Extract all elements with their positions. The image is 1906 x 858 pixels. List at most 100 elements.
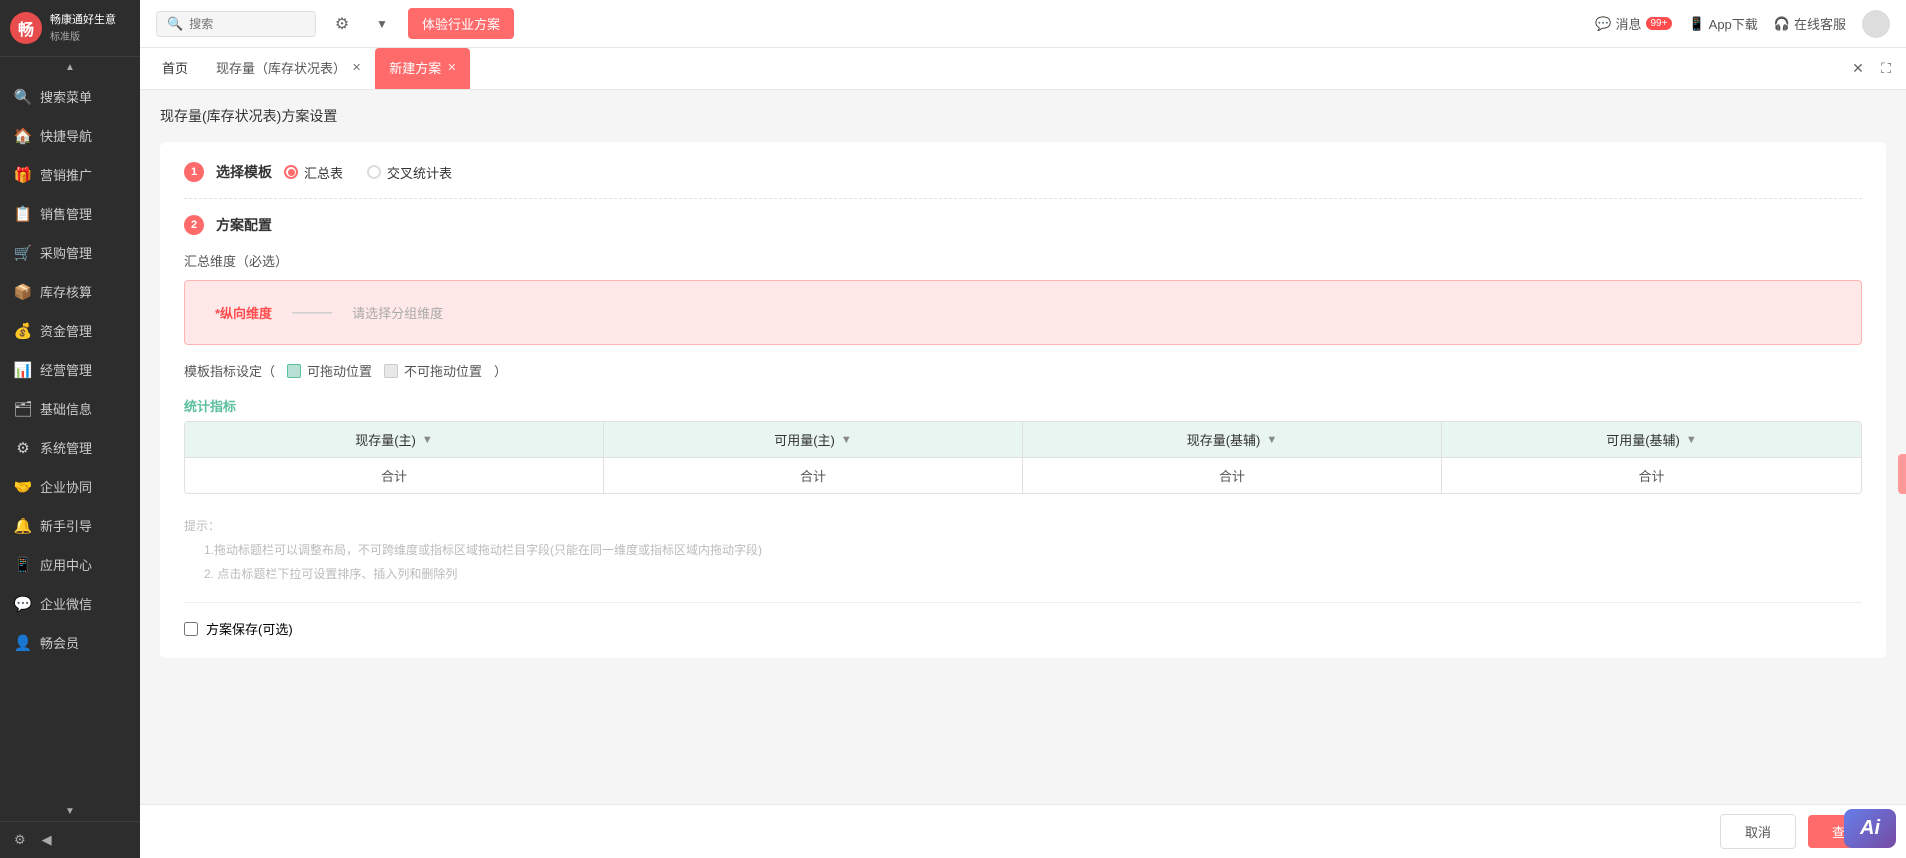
system-icon: ⚙ (14, 439, 32, 457)
collapse-icon[interactable]: ◀ (42, 832, 52, 848)
app-download-label: App下载 (1709, 14, 1758, 33)
content-area: 现存量(库存状况表)方案设置 1 选择模板 汇总表 交叉统计表 (140, 90, 1906, 858)
stats-col1-header[interactable]: 现存量(主) ▼ (185, 422, 604, 457)
settings-icon-btn[interactable]: ⚙ (328, 10, 356, 38)
search-box[interactable]: 🔍 (156, 11, 316, 37)
app-logo-icon: 畅 (10, 12, 42, 44)
col3-dropdown-icon[interactable]: ▼ (1266, 434, 1277, 446)
stats-col3-header[interactable]: 现存量(基辅) ▼ (1023, 422, 1442, 457)
sidebar-item-label: 应用中心 (40, 555, 92, 574)
operations-icon: 📊 (14, 361, 32, 379)
sidebar-item-member[interactable]: 👤 畅会员 (0, 623, 140, 662)
marketing-icon: 🎁 (14, 166, 32, 184)
close-inventory-tab-icon[interactable]: ✕ (352, 61, 361, 74)
sidebar-item-wechat[interactable]: 💬 企业微信 (0, 584, 140, 623)
cancel-button[interactable]: 取消 (1720, 814, 1796, 849)
stats-table: 现存量(主) ▼ 可用量(主) ▼ 现存量(基辅) ▼ (184, 421, 1862, 494)
stats-header-row: 现存量(主) ▼ 可用量(主) ▼ 现存量(基辅) ▼ (185, 422, 1861, 457)
user-avatar[interactable] (1862, 10, 1890, 38)
save-checkbox[interactable] (184, 622, 198, 636)
stats-col4-data: 合计 (1442, 457, 1861, 493)
step2-row: 2 方案配置 (184, 215, 1862, 235)
close-new-scheme-tab-icon[interactable]: ✕ (447, 61, 456, 74)
sidebar-item-finance[interactable]: 💰 资金管理 (0, 311, 140, 350)
sidebar-item-enterprise[interactable]: 🤝 企业协同 (0, 467, 140, 506)
stats-col2-header[interactable]: 可用量(主) ▼ (604, 422, 1023, 457)
radio-summary[interactable]: 汇总表 (284, 163, 343, 182)
sidebar: 畅 畅康通好生意 标准版 ▲ 🔍 搜索菜单 🏠 快捷导航 🎁 营销推广 📋 销售… (0, 0, 140, 858)
radio-cross-circle (367, 165, 381, 179)
tab-inventory-status[interactable]: 现存量（库存状况表） ✕ (202, 48, 375, 89)
sidebar-item-system[interactable]: ⚙ 系统管理 (0, 428, 140, 467)
sidebar-item-search-menu[interactable]: 🔍 搜索菜单 (0, 77, 140, 116)
indicator-row: 模板指标设定（ 可拖动位置 不可拖动位置 ） (184, 361, 1862, 380)
step2-badge: 2 (184, 215, 204, 235)
hint-section: 提示： 1.拖动标题栏可以调整布局，不可跨维度或指标区域拖动栏目字段(只能在同一… (184, 514, 1862, 586)
hint-title: 提示： (184, 514, 1862, 538)
sidebar-item-label: 快捷导航 (40, 126, 92, 145)
search-icon: 🔍 (167, 16, 183, 32)
ai-badge[interactable]: Ai (1844, 809, 1896, 848)
inventory-icon: 📦 (14, 283, 32, 301)
dropdown-icon-btn[interactable]: ▼ (368, 10, 396, 38)
radio-cross-label: 交叉统计表 (387, 163, 452, 182)
sidebar-item-app-center[interactable]: 📱 应用中心 (0, 545, 140, 584)
quick-nav-icon: 🏠 (14, 127, 32, 145)
fixed-box (384, 364, 398, 378)
stats-col1-label: 现存量(主) (355, 430, 416, 449)
sidebar-item-operations[interactable]: 📊 经营管理 (0, 350, 140, 389)
tabs-bar: 首页 现存量（库存状况表） ✕ 新建方案 ✕ ✕ ⛶ (140, 48, 1906, 90)
window-expand-icon[interactable]: ⛶ (1874, 57, 1898, 81)
app-download-btn[interactable]: 📱 App下载 (1688, 14, 1757, 33)
settings-icon[interactable]: ⚙ (14, 832, 26, 848)
customer-service-btn[interactable]: 🎧 在线客服 (1774, 14, 1846, 33)
tab-new-scheme[interactable]: 新建方案 ✕ (375, 48, 470, 89)
col2-dropdown-icon[interactable]: ▼ (841, 434, 852, 446)
sidebar-item-basic-info[interactable]: 🗂 基础信息 (0, 389, 140, 428)
message-badge: 99+ (1646, 17, 1673, 30)
customer-service-label: 在线客服 (1794, 14, 1846, 33)
messages-btn[interactable]: 💬 消息 99+ (1595, 14, 1672, 33)
tab-home[interactable]: 首页 (148, 48, 202, 89)
window-close-icon[interactable]: ✕ (1846, 57, 1870, 81)
dimension-selector[interactable]: *纵向维度 —— 请选择分组维度 (184, 280, 1862, 345)
search-input[interactable] (189, 17, 289, 31)
message-label: 消息 (1615, 14, 1641, 33)
right-scroll-handle[interactable] (1898, 454, 1906, 494)
search-menu-icon: 🔍 (14, 88, 32, 106)
sidebar-item-marketing[interactable]: 🎁 营销推广 (0, 155, 140, 194)
sidebar-scroll-down[interactable]: ▼ (0, 801, 140, 821)
vertical-dim-label: *纵向维度 (215, 303, 272, 322)
message-icon: 💬 (1595, 16, 1611, 32)
member-icon: 👤 (14, 634, 32, 652)
sidebar-item-label: 库存核算 (40, 282, 92, 301)
col4-dropdown-icon[interactable]: ▼ (1686, 434, 1697, 446)
wechat-icon: 💬 (14, 595, 32, 613)
sidebar-item-purchase[interactable]: 🛒 采购管理 (0, 233, 140, 272)
main-area: 🔍 ⚙ ▼ 体验行业方案 💬 消息 99+ 📱 App下载 🎧 在线客服 (140, 0, 1906, 858)
sidebar-item-label: 系统管理 (40, 438, 92, 457)
app-download-icon: 📱 (1688, 16, 1704, 32)
draggable-label: 可拖动位置 (307, 361, 372, 380)
sidebar-item-label: 企业微信 (40, 594, 92, 613)
sidebar-item-label: 资金管理 (40, 321, 92, 340)
sidebar-item-label: 经营管理 (40, 360, 92, 379)
sidebar-item-inventory[interactable]: 📦 库存核算 (0, 272, 140, 311)
new-guide-icon: 🔔 (14, 517, 32, 535)
col1-dropdown-icon[interactable]: ▼ (422, 434, 433, 446)
sidebar-item-quick-nav[interactable]: 🏠 快捷导航 (0, 116, 140, 155)
tab-new-scheme-label: 新建方案 (389, 58, 441, 77)
app-name: 畅康通好生意 (50, 13, 116, 27)
sidebar-scroll-up[interactable]: ▲ (0, 57, 140, 77)
purchase-icon: 🛒 (14, 244, 32, 262)
sidebar-item-label: 企业协同 (40, 477, 92, 496)
sidebar-item-new-guide[interactable]: 🔔 新手引导 (0, 506, 140, 545)
stats-col4-label: 可用量(基辅) (1606, 430, 1680, 449)
radio-cross[interactable]: 交叉统计表 (367, 163, 452, 182)
trial-industry-button[interactable]: 体验行业方案 (408, 8, 514, 39)
stats-col4-header[interactable]: 可用量(基辅) ▼ (1442, 422, 1861, 457)
sidebar-logo: 畅 畅康通好生意 标准版 (0, 0, 140, 57)
sidebar-item-sales[interactable]: 📋 销售管理 (0, 194, 140, 233)
app-center-icon: 📱 (14, 556, 32, 574)
save-label: 方案保存(可选) (206, 619, 293, 638)
